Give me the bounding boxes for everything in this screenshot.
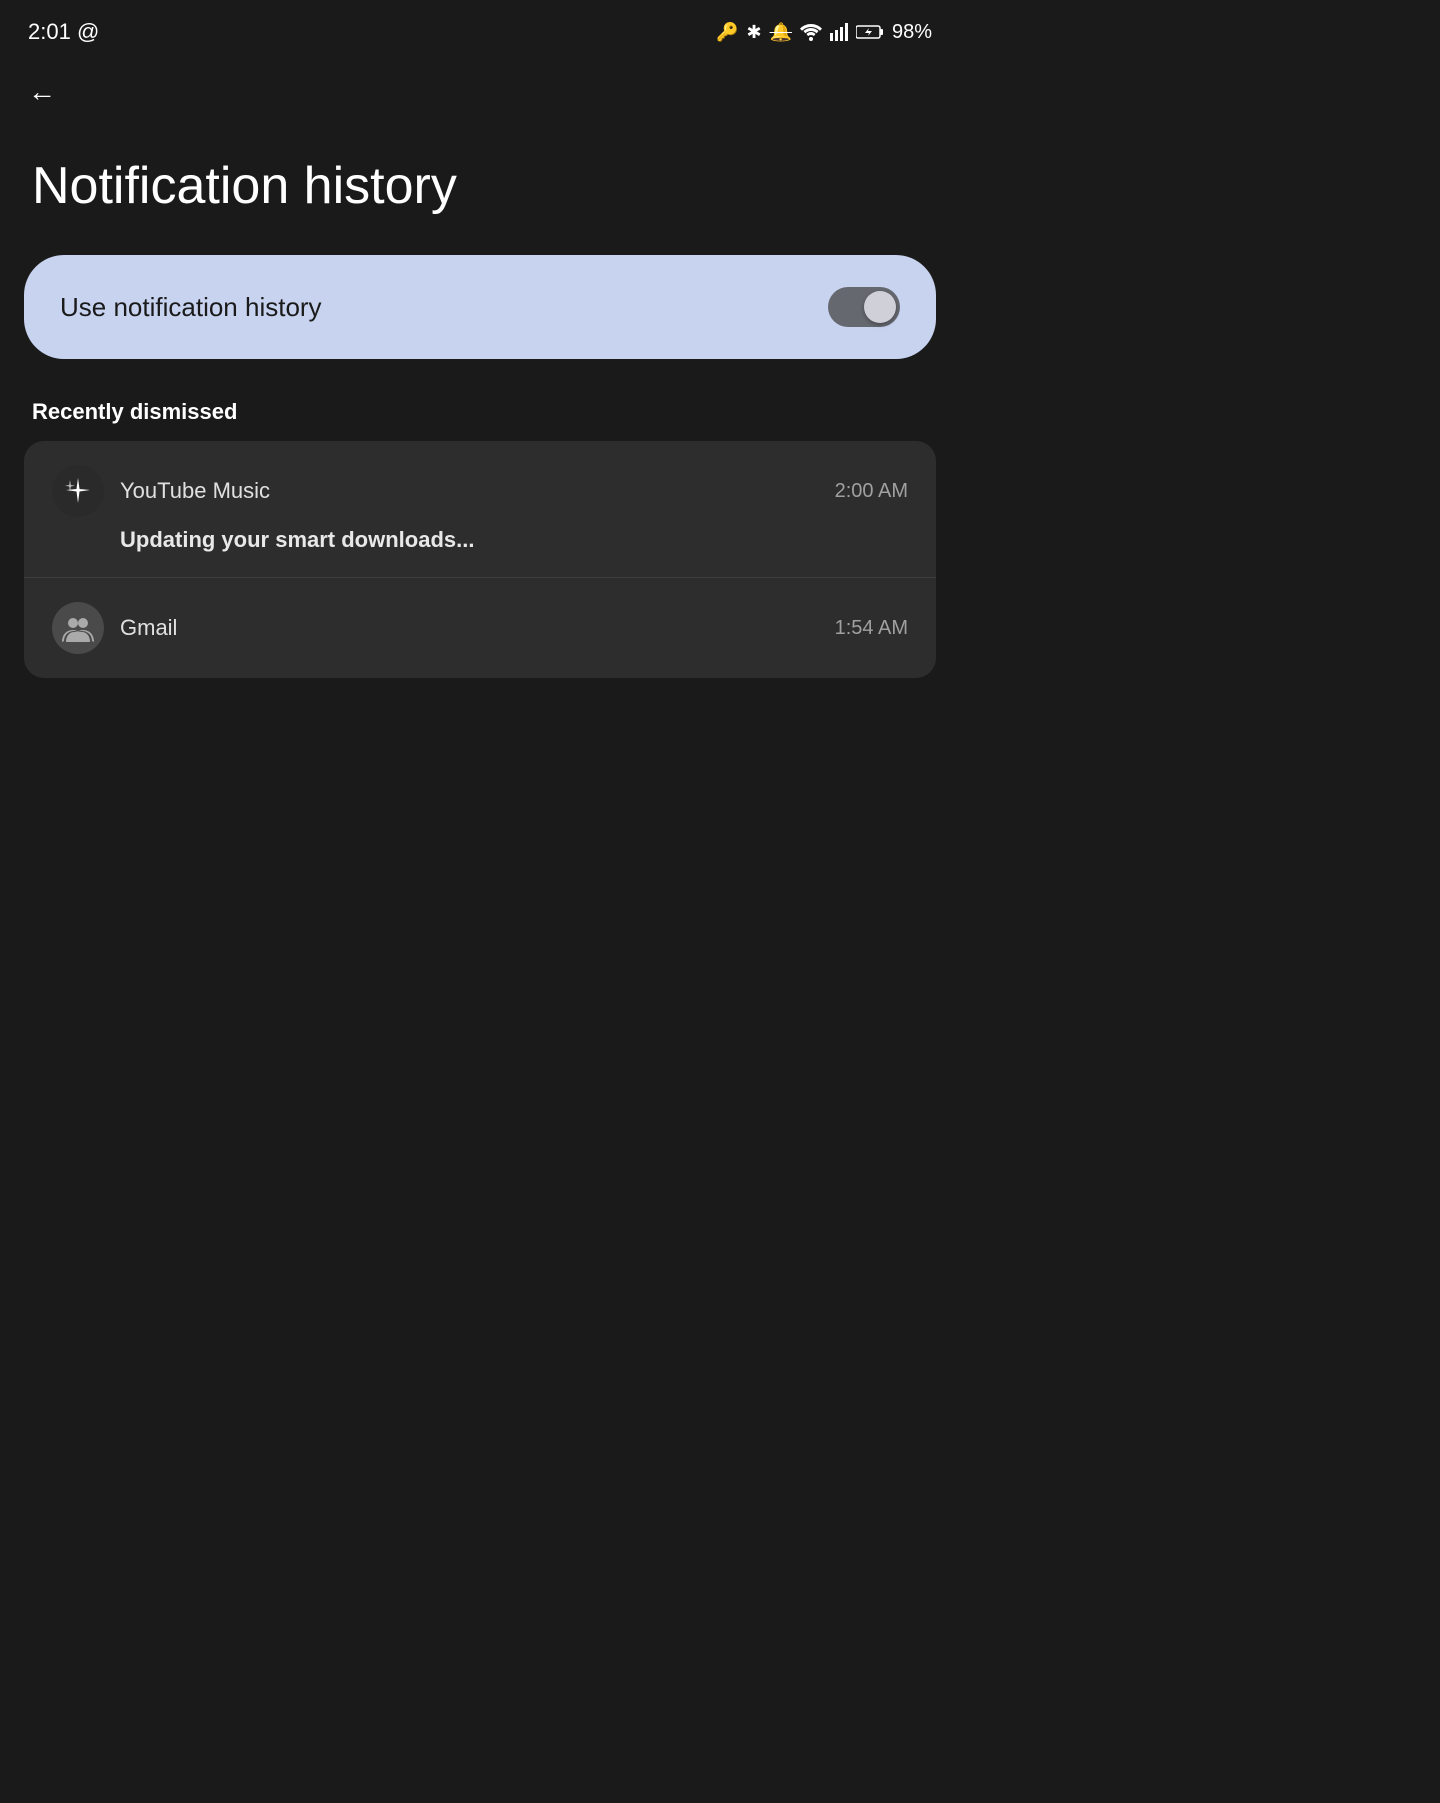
notification-item-gmail[interactable]: Gmail 1:54 AM [24,577,936,678]
toggle-knob [864,291,896,323]
wifi-icon [800,23,822,41]
yt-music-sparkle-icon [63,476,93,506]
notification-item-youtube-music[interactable]: YouTube Music 2:00 AM Updating your smar… [24,441,936,577]
notification-history-toggle-card[interactable]: Use notification history [24,255,936,359]
youtube-music-app-name: YouTube Music [120,478,270,504]
gmail-notification-time: 1:54 AM [835,617,908,640]
gmail-app-name: Gmail [120,615,177,641]
gmail-group-icon [62,614,94,642]
signal-icon [830,23,848,41]
mute-icon: 🔔 [770,22,792,43]
bluetooth-icon: ✱ [746,22,761,43]
status-time: 2:01 @ [28,19,99,45]
gmail-top-row: Gmail 1:54 AM [52,602,908,654]
notification-top-row: YouTube Music 2:00 AM [52,465,908,517]
toggle-label: Use notification history [60,292,322,323]
status-bar: 2:01 @ 🔑 ✱ 🔔 98% [0,0,960,56]
notification-cards-container: YouTube Music 2:00 AM Updating your smar… [24,441,936,678]
app-info: YouTube Music [52,465,270,517]
key-icon: 🔑 [716,22,738,43]
battery-icon [856,24,884,40]
back-button[interactable]: ← [0,56,960,118]
at-symbol: @ [77,19,99,44]
page-title: Notification history [0,118,960,255]
gmail-app-icon [52,602,104,654]
time-display: 2:01 [28,19,71,44]
back-arrow-icon: ← [28,76,56,107]
youtube-music-notification-message: Updating your smart downloads... [52,527,908,553]
youtube-music-notification-time: 2:00 AM [835,480,908,503]
notification-history-toggle[interactable] [828,287,900,327]
status-icons-group: 🔑 ✱ 🔔 98% [716,21,932,44]
recently-dismissed-heading: Recently dismissed [0,391,960,441]
battery-percent: 98% [892,21,932,44]
youtube-music-app-icon [52,465,104,517]
gmail-app-info: Gmail [52,602,177,654]
